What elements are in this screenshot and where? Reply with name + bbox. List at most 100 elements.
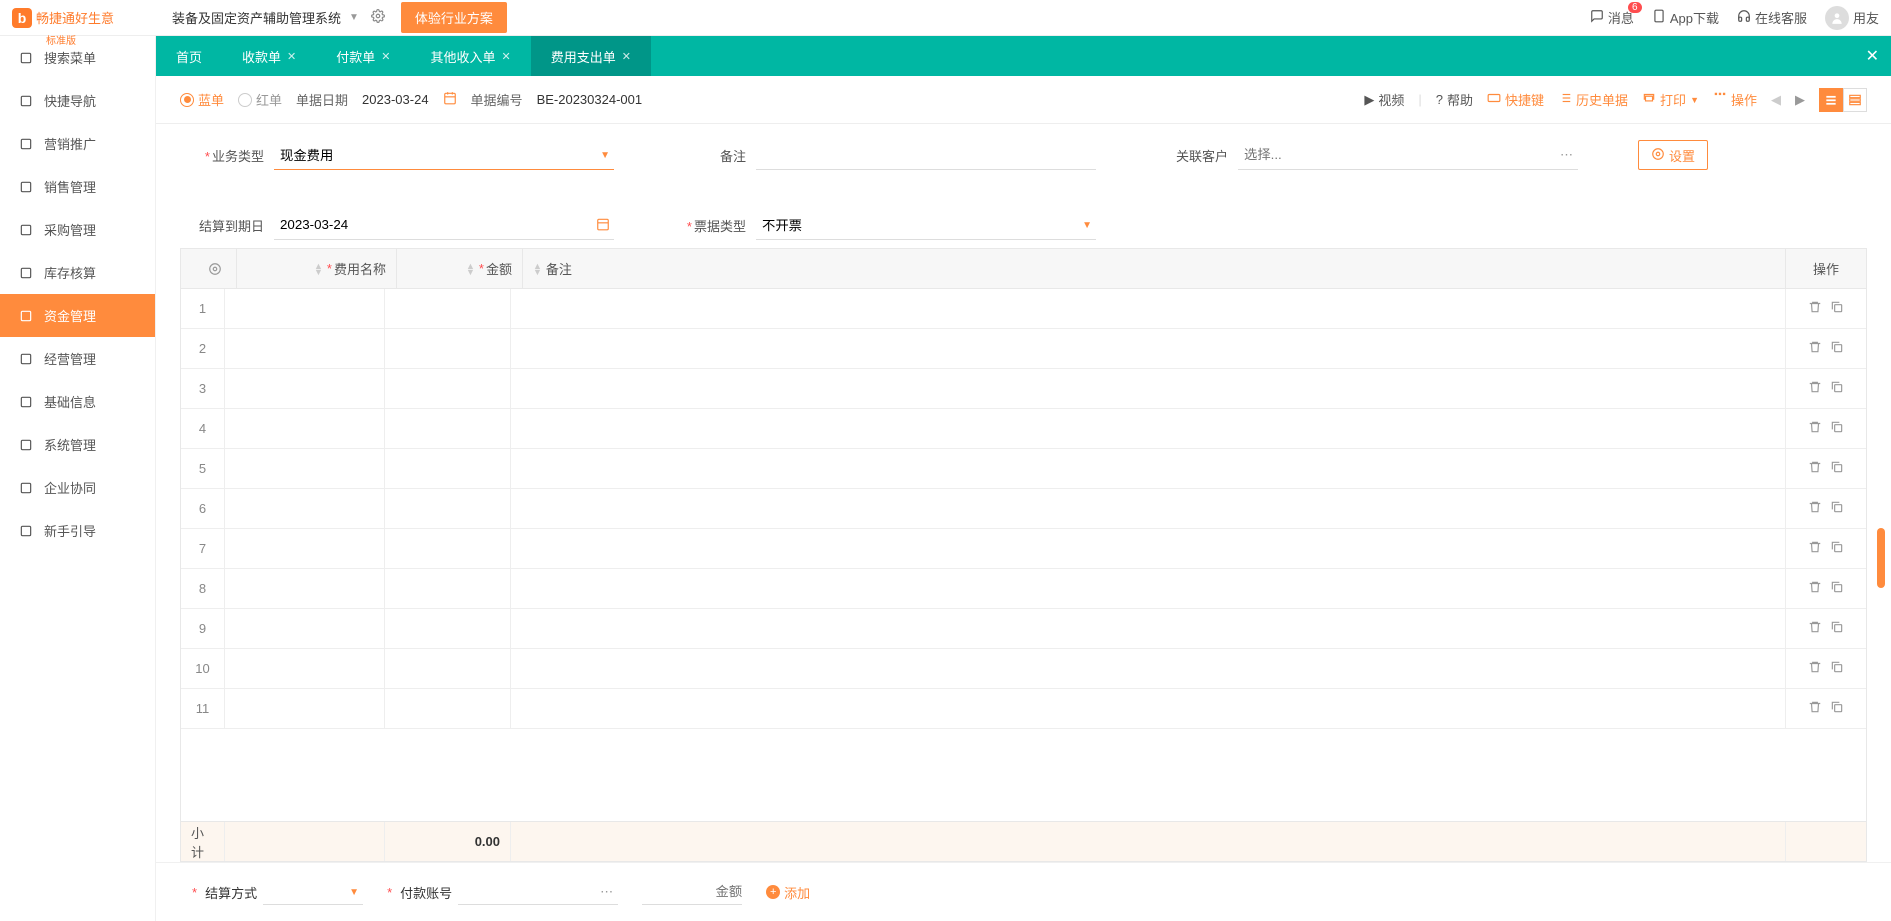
delete-icon[interactable]	[1808, 660, 1822, 677]
table-row[interactable]: 11	[181, 689, 1866, 729]
messages-button[interactable]: 消息 6	[1590, 8, 1634, 27]
table-row[interactable]: 2	[181, 329, 1866, 369]
sidebar-item-1[interactable]: 快捷导航	[0, 79, 155, 122]
user-menu[interactable]: 用友	[1825, 6, 1879, 30]
cell-remark[interactable]	[511, 689, 1786, 728]
tab-2[interactable]: 付款单✕	[316, 36, 410, 76]
sidebar-item-8[interactable]: 基础信息	[0, 380, 155, 423]
close-icon[interactable]: ✕	[287, 50, 296, 63]
cell-amount[interactable]	[385, 329, 511, 368]
col-expense-name[interactable]: ▲▼*费用名称	[237, 249, 397, 288]
remark-input[interactable]	[756, 140, 1096, 170]
tab-0[interactable]: 首页	[156, 36, 222, 76]
help-button[interactable]: ? 帮助	[1436, 90, 1473, 109]
app-download-button[interactable]: App下载	[1652, 8, 1719, 27]
red-doc-radio[interactable]: 红单	[238, 90, 282, 109]
copy-icon[interactable]	[1830, 380, 1844, 397]
copy-icon[interactable]	[1830, 300, 1844, 317]
settle-method-select[interactable]	[263, 879, 363, 905]
cell-name[interactable]	[225, 449, 385, 488]
close-icon[interactable]: ✕	[502, 50, 511, 63]
cell-remark[interactable]	[511, 449, 1786, 488]
cell-amount[interactable]	[385, 449, 511, 488]
table-row[interactable]: 1	[181, 289, 1866, 329]
copy-icon[interactable]	[1830, 620, 1844, 637]
tab-4[interactable]: 费用支出单✕	[531, 36, 651, 76]
cell-remark[interactable]	[511, 649, 1786, 688]
copy-icon[interactable]	[1830, 500, 1844, 517]
system-selector[interactable]: 装备及固定资产辅助管理系统 ▼	[172, 8, 359, 27]
pay-account-select[interactable]	[458, 879, 618, 905]
delete-icon[interactable]	[1808, 620, 1822, 637]
blue-doc-radio[interactable]: 蓝单	[180, 90, 224, 109]
add-button[interactable]: + 添加	[766, 883, 810, 902]
amount-input[interactable]	[642, 879, 742, 905]
copy-icon[interactable]	[1830, 700, 1844, 717]
settle-date-input[interactable]	[274, 210, 614, 240]
copy-icon[interactable]	[1830, 660, 1844, 677]
sidebar-item-5[interactable]: 库存核算	[0, 251, 155, 294]
cta-button[interactable]: 体验行业方案	[401, 2, 507, 33]
cell-name[interactable]	[225, 489, 385, 528]
cell-name[interactable]	[225, 329, 385, 368]
settings-gear-icon[interactable]	[371, 9, 385, 26]
prev-icon[interactable]: ◀	[1771, 92, 1781, 108]
scrollbar-thumb[interactable]	[1877, 528, 1885, 588]
table-row[interactable]: 9	[181, 609, 1866, 649]
invoice-type-select[interactable]	[756, 210, 1096, 240]
table-row[interactable]: 8	[181, 569, 1866, 609]
customer-select[interactable]	[1238, 140, 1578, 170]
online-service-button[interactable]: 在线客服	[1737, 8, 1807, 27]
cell-amount[interactable]	[385, 609, 511, 648]
sidebar-item-4[interactable]: 采购管理	[0, 208, 155, 251]
cell-name[interactable]	[225, 409, 385, 448]
cell-remark[interactable]	[511, 409, 1786, 448]
delete-icon[interactable]	[1808, 420, 1822, 437]
sidebar-item-6[interactable]: 资金管理	[0, 294, 155, 337]
ellipsis-icon[interactable]: ⋯	[1560, 147, 1574, 163]
biz-type-select[interactable]	[274, 140, 614, 170]
close-all-tabs-icon[interactable]: ✕	[1866, 46, 1879, 66]
sidebar-item-9[interactable]: 系统管理	[0, 423, 155, 466]
close-icon[interactable]: ✕	[622, 50, 631, 63]
sidebar-item-10[interactable]: 企业协同	[0, 466, 155, 509]
table-settings-icon[interactable]	[193, 249, 237, 288]
sidebar-item-7[interactable]: 经营管理	[0, 337, 155, 380]
col-amount[interactable]: ▲▼*金额	[397, 249, 523, 288]
cell-amount[interactable]	[385, 369, 511, 408]
cell-name[interactable]	[225, 649, 385, 688]
cell-remark[interactable]	[511, 529, 1786, 568]
cell-remark[interactable]	[511, 609, 1786, 648]
cell-name[interactable]	[225, 369, 385, 408]
settings-button[interactable]: 设置	[1638, 140, 1708, 170]
operate-button[interactable]: 操作	[1713, 90, 1757, 109]
delete-icon[interactable]	[1808, 300, 1822, 317]
copy-icon[interactable]	[1830, 540, 1844, 557]
copy-icon[interactable]	[1830, 340, 1844, 357]
calendar-icon[interactable]	[443, 91, 457, 108]
cell-remark[interactable]	[511, 489, 1786, 528]
cell-name[interactable]	[225, 289, 385, 328]
cell-remark[interactable]	[511, 569, 1786, 608]
delete-icon[interactable]	[1808, 580, 1822, 597]
copy-icon[interactable]	[1830, 580, 1844, 597]
history-button[interactable]: 历史单据	[1558, 90, 1628, 109]
tab-1[interactable]: 收款单✕	[222, 36, 316, 76]
cell-name[interactable]	[225, 609, 385, 648]
copy-icon[interactable]	[1830, 460, 1844, 477]
delete-icon[interactable]	[1808, 500, 1822, 517]
cell-remark[interactable]	[511, 369, 1786, 408]
cell-amount[interactable]	[385, 289, 511, 328]
table-row[interactable]: 7	[181, 529, 1866, 569]
delete-icon[interactable]	[1808, 700, 1822, 717]
delete-icon[interactable]	[1808, 340, 1822, 357]
tab-3[interactable]: 其他收入单✕	[410, 36, 530, 76]
doc-date-value[interactable]: 2023-03-24	[362, 92, 429, 107]
col-remark[interactable]: ▲▼备注	[523, 249, 1786, 288]
ellipsis-icon[interactable]: ⋯	[600, 884, 614, 900]
table-row[interactable]: 10	[181, 649, 1866, 689]
delete-icon[interactable]	[1808, 460, 1822, 477]
table-row[interactable]: 4	[181, 409, 1866, 449]
table-row[interactable]: 5	[181, 449, 1866, 489]
cell-amount[interactable]	[385, 529, 511, 568]
